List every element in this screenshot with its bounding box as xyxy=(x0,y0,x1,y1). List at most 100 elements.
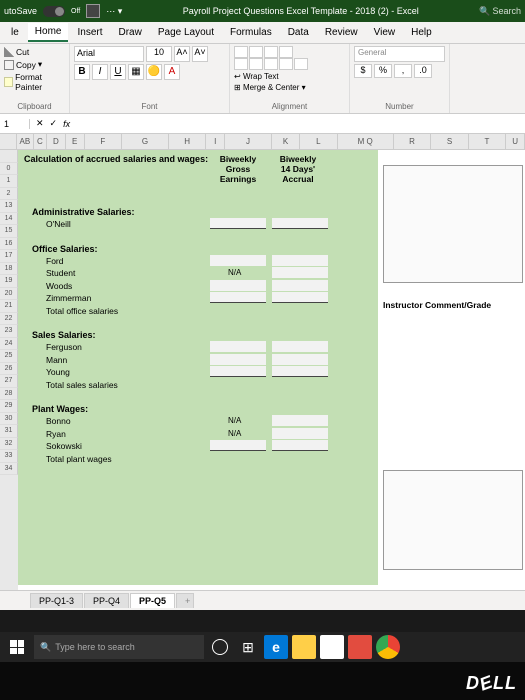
store-icon[interactable] xyxy=(320,635,344,659)
cell-input[interactable] xyxy=(210,218,266,229)
row-header[interactable]: 32 xyxy=(0,438,18,451)
tab-draw[interactable]: Draw xyxy=(112,24,149,41)
tab-help[interactable]: Help xyxy=(404,24,439,41)
save-icon[interactable] xyxy=(86,4,100,18)
cell-input[interactable] xyxy=(272,354,328,365)
start-button[interactable] xyxy=(4,634,30,660)
row-header[interactable]: 14 xyxy=(0,213,18,226)
col-header[interactable]: G xyxy=(122,134,169,149)
row-header[interactable]: 16 xyxy=(0,238,18,251)
align-right-button[interactable] xyxy=(264,58,278,70)
col-header[interactable]: I xyxy=(206,134,225,149)
col-header[interactable]: J xyxy=(225,134,272,149)
copy-button[interactable]: Copy ▾ xyxy=(4,58,65,71)
row-header[interactable]: 33 xyxy=(0,450,18,463)
col-header[interactable]: H xyxy=(169,134,206,149)
row-header[interactable]: 20 xyxy=(0,288,18,301)
row-header[interactable] xyxy=(0,150,18,163)
percent-button[interactable]: % xyxy=(374,64,392,78)
row-header[interactable]: 29 xyxy=(0,400,18,413)
row-header[interactable]: 30 xyxy=(0,413,18,426)
row-header[interactable]: 27 xyxy=(0,375,18,388)
tab-formulas[interactable]: Formulas xyxy=(223,24,279,41)
cell-input[interactable] xyxy=(210,255,266,266)
chrome-icon[interactable] xyxy=(376,635,400,659)
bold-button[interactable]: B xyxy=(74,64,90,80)
cell-input[interactable] xyxy=(210,354,266,365)
row-header[interactable]: 26 xyxy=(0,363,18,376)
tab-file[interactable]: le xyxy=(4,24,26,41)
row-header[interactable]: 19 xyxy=(0,275,18,288)
cut-button[interactable]: Cut xyxy=(4,46,65,58)
cell-input[interactable] xyxy=(272,280,328,291)
tab-insert[interactable]: Insert xyxy=(70,24,109,41)
cancel-icon[interactable]: ✕ xyxy=(36,118,44,129)
row-header[interactable]: 28 xyxy=(0,388,18,401)
col-header[interactable]: T xyxy=(469,134,506,149)
autosave-toggle[interactable] xyxy=(43,6,65,17)
cell-input[interactable] xyxy=(272,267,328,278)
cell-input[interactable] xyxy=(272,255,328,266)
orient-button[interactable] xyxy=(279,46,293,58)
tab-data[interactable]: Data xyxy=(281,24,316,41)
cell-input[interactable] xyxy=(272,218,328,229)
merge-button[interactable]: ⊞ Merge & Center ▾ xyxy=(234,83,345,92)
tab-home[interactable]: Home xyxy=(28,23,69,42)
cortana-icon[interactable] xyxy=(212,639,228,655)
row-header[interactable]: 21 xyxy=(0,300,18,313)
sheet-tab-active[interactable]: PP-Q5 xyxy=(130,593,175,608)
cell-input[interactable] xyxy=(272,440,328,451)
col-header[interactable]: U xyxy=(506,134,525,149)
format-painter-button[interactable]: Format Painter xyxy=(4,71,65,93)
font-color-button[interactable]: A xyxy=(164,64,180,80)
row-header[interactable]: 2 xyxy=(0,188,18,201)
search-button[interactable]: 🔍 Search xyxy=(479,6,521,17)
fill-color-button[interactable]: 🟡 xyxy=(146,64,162,80)
add-sheet-button[interactable]: + xyxy=(176,593,194,608)
font-size-select[interactable]: 10 xyxy=(146,46,172,62)
col-header[interactable]: C xyxy=(34,134,47,149)
col-header[interactable]: F xyxy=(85,134,122,149)
comma-button[interactable]: , xyxy=(394,64,412,78)
edge-icon[interactable]: e xyxy=(264,635,288,659)
cell-input[interactable] xyxy=(272,292,328,303)
enter-icon[interactable]: ✓ xyxy=(50,118,58,129)
cell-input[interactable] xyxy=(272,341,328,352)
cell-input[interactable] xyxy=(210,292,266,303)
name-box[interactable]: 1 xyxy=(0,119,30,129)
explorer-icon[interactable] xyxy=(292,635,316,659)
row-header[interactable]: 23 xyxy=(0,325,18,338)
row-header[interactable]: 24 xyxy=(0,338,18,351)
cell-input[interactable] xyxy=(210,440,266,451)
underline-button[interactable]: U xyxy=(110,64,126,80)
tab-page-layout[interactable]: Page Layout xyxy=(151,24,221,41)
col-header[interactable]: S xyxy=(431,134,468,149)
border-button[interactable]: ▦ xyxy=(128,64,144,80)
align-top-button[interactable] xyxy=(234,46,248,58)
align-mid-button[interactable] xyxy=(249,46,263,58)
row-header[interactable]: 15 xyxy=(0,225,18,238)
align-center-button[interactable] xyxy=(249,58,263,70)
row-header[interactable]: 18 xyxy=(0,263,18,276)
col-header[interactable]: K xyxy=(272,134,300,149)
sheet-tab[interactable]: PP-Q4 xyxy=(84,593,129,608)
row-header[interactable]: 17 xyxy=(0,250,18,263)
taskbar-search[interactable]: 🔍 Type here to search xyxy=(34,635,204,659)
taskview-icon[interactable]: ⊞ xyxy=(236,635,260,659)
row-header[interactable]: 25 xyxy=(0,350,18,363)
currency-button[interactable]: $ xyxy=(354,64,372,78)
cell-input[interactable] xyxy=(210,366,266,377)
col-header[interactable]: R xyxy=(394,134,431,149)
col-header[interactable]: E xyxy=(66,134,85,149)
tab-view[interactable]: View xyxy=(367,24,403,41)
cell-input[interactable] xyxy=(210,341,266,352)
row-header[interactable]: 22 xyxy=(0,313,18,326)
cell-input[interactable] xyxy=(210,280,266,291)
col-header[interactable]: M Q xyxy=(338,134,394,149)
row-header[interactable]: 34 xyxy=(0,463,18,476)
col-header[interactable]: D xyxy=(47,134,66,149)
cell-input[interactable] xyxy=(272,366,328,377)
row-header[interactable]: 13 xyxy=(0,200,18,213)
indent-inc-button[interactable] xyxy=(294,58,308,70)
cell-input[interactable] xyxy=(272,415,328,426)
